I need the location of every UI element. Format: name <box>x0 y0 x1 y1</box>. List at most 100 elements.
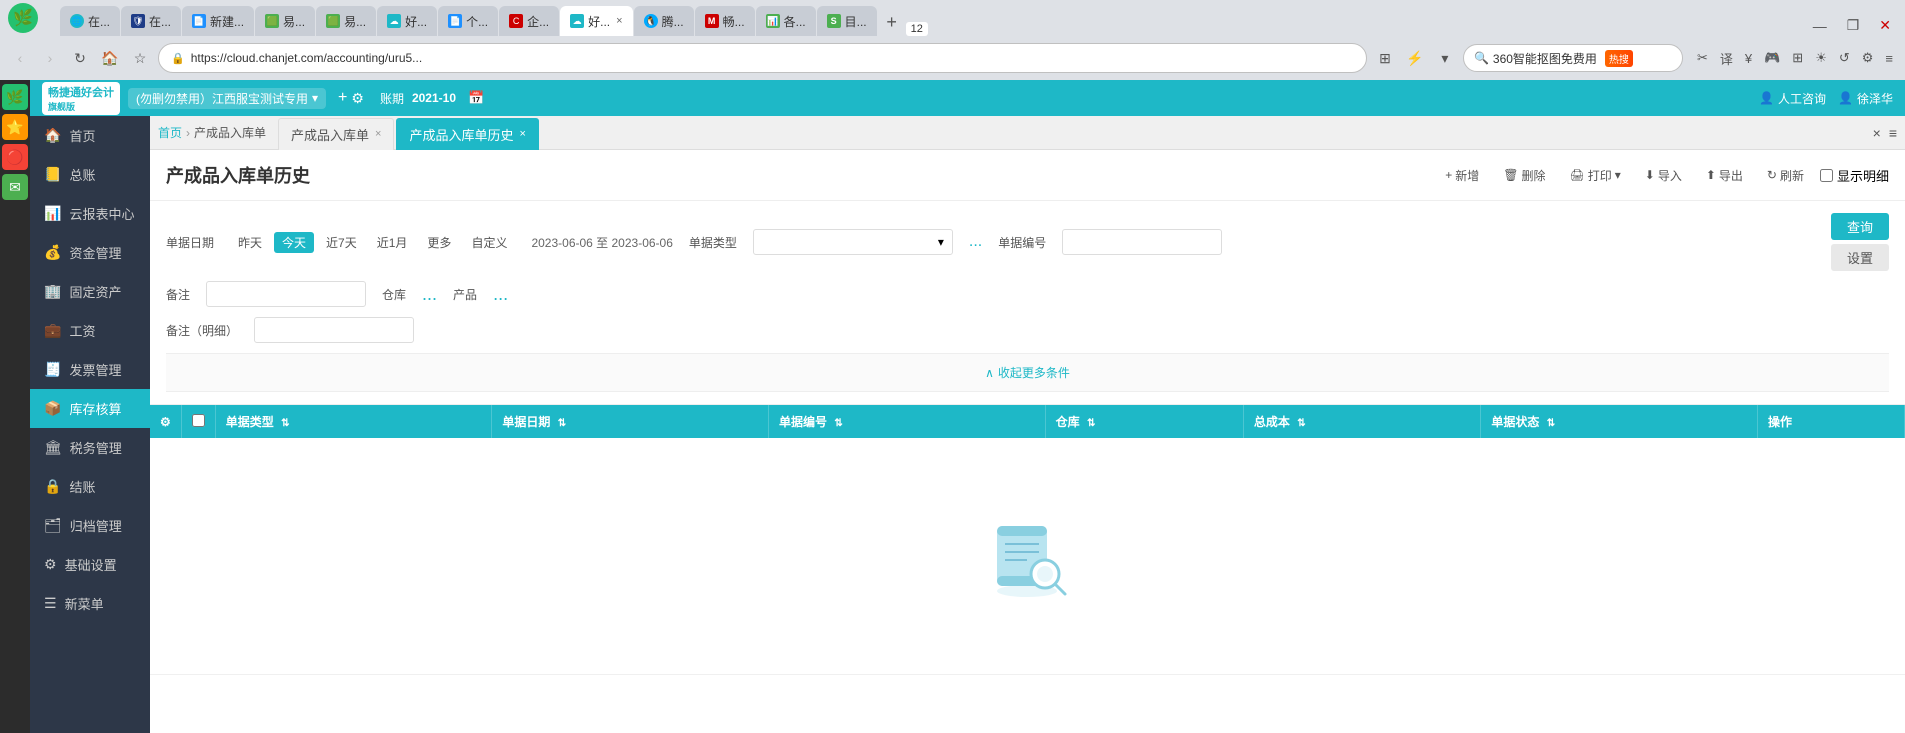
sidebar-item-fixed[interactable]: 🏢 固定资产 <box>30 272 150 311</box>
game-icon[interactable]: 🎮 <box>1760 48 1784 68</box>
import-button[interactable]: ⬇ 导入 <box>1637 163 1690 188</box>
th-total-cost[interactable]: 总成本 ⇅ <box>1243 405 1480 438</box>
date-btn-today[interactable]: 今天 <box>274 232 314 253</box>
tab-9-close[interactable]: × <box>616 15 622 27</box>
tab-9[interactable]: ☁ 好... × <box>560 6 632 36</box>
page-tab-history-close[interactable]: × <box>520 128 526 140</box>
th-date[interactable]: 单据日期 ⇅ <box>492 405 769 438</box>
tab-6[interactable]: ☁ 好... <box>377 6 437 36</box>
tab-4[interactable]: 🟩 易... <box>255 6 315 36</box>
date-btn-custom[interactable]: 自定义 <box>463 232 515 253</box>
tab-1[interactable]: 🌐 在... <box>60 6 120 36</box>
date-btn-yesterday[interactable]: 昨天 <box>230 232 270 253</box>
home-nav-button[interactable]: 🏠 <box>98 46 122 70</box>
th-status[interactable]: 单据状态 ⇅ <box>1481 405 1758 438</box>
tab-5[interactable]: 🟩 易... <box>316 6 376 36</box>
warehouse-filter-dots[interactable]: ... <box>422 284 437 305</box>
menu-icon[interactable]: ≡ <box>1881 49 1897 68</box>
page-tab-list[interactable]: 产成品入库单 × <box>278 118 394 150</box>
th-checkbox[interactable] <box>181 405 215 438</box>
translate-icon[interactable]: 译 <box>1716 47 1737 70</box>
page-tab-list-close[interactable]: × <box>375 128 381 140</box>
sidebar-item-ledger[interactable]: 📒 总账 <box>30 155 150 194</box>
sidebar-item-report[interactable]: 📊 云报表中心 <box>30 194 150 233</box>
show-cols-checkbox[interactable] <box>1820 169 1833 182</box>
breadcrumb-list[interactable]: 产成品入库单 <box>194 124 266 141</box>
th-type[interactable]: 单据类型 ⇅ <box>215 405 492 438</box>
refresh-button[interactable]: ↻ 刷新 <box>1759 163 1812 188</box>
calendar-icon[interactable]: 📅 <box>468 90 484 106</box>
print-button[interactable]: 🖨 打印 ▾ <box>1561 163 1628 188</box>
settings-period-icon[interactable]: ⚙ <box>351 90 364 107</box>
sidebar-item-archive[interactable]: 🗂 归档管理 <box>30 506 150 545</box>
date-btn-7days[interactable]: 近7天 <box>318 232 365 253</box>
sidebar-item-closing[interactable]: 🔒 结账 <box>30 467 150 506</box>
app-icon-star[interactable]: ⭐ <box>2 114 28 140</box>
sidebar-item-basic[interactable]: ⚙ 基础设置 <box>30 545 150 584</box>
sidebar-item-payroll[interactable]: 💼 工资 <box>30 311 150 350</box>
scissors-icon[interactable]: ✂ <box>1693 48 1712 68</box>
tab-13[interactable]: S 目... <box>817 6 877 36</box>
lightning-button[interactable]: ⚡ <box>1403 46 1427 70</box>
company-selector[interactable]: (勿删勿禁用）江西服宝测试专用 ▾ <box>128 88 326 109</box>
filter-settings-button[interactable]: 设置 <box>1831 244 1889 271</box>
sidebar-item-newmenu[interactable]: ☰ 新菜单 <box>30 584 150 623</box>
search-bar[interactable]: 🔍 360智能抠图免费用 热搜 <box>1463 44 1683 72</box>
tab-10[interactable]: 🐧 腾... <box>634 6 694 36</box>
sidebar-item-tax[interactable]: 🏛 税务管理 <box>30 428 150 467</box>
add-button[interactable]: + 新增 <box>1437 163 1487 188</box>
tab-8[interactable]: C 企... <box>499 6 559 36</box>
tab-bar-close[interactable]: × <box>1873 125 1881 141</box>
restore-button[interactable]: ❐ <box>1841 15 1866 36</box>
browser-logo[interactable]: 🌿 <box>8 3 38 33</box>
app-icon-chanjet[interactable]: 🌿 <box>2 84 28 110</box>
tab-2[interactable]: 🛡 在... <box>121 6 181 36</box>
date-btn-1month[interactable]: 近1月 <box>369 232 416 253</box>
tab-bar-more[interactable]: ≡ <box>1889 125 1897 141</box>
grid-icon[interactable]: ⊞ <box>1788 48 1807 68</box>
service-link[interactable]: 👤 人工咨询 <box>1759 90 1826 107</box>
back-button[interactable]: ‹ <box>8 46 32 70</box>
delete-button[interactable]: 🗑 删除 <box>1495 163 1553 188</box>
back2-icon[interactable]: ↺ <box>1835 48 1854 68</box>
refresh-nav-button[interactable]: ↻ <box>68 46 92 70</box>
type-filter-dots[interactable]: ... <box>969 233 982 251</box>
settings-nav-icon[interactable]: ⚙ <box>1858 48 1878 68</box>
app-icon-mail[interactable]: ✉ <box>2 174 28 200</box>
collapse-button[interactable]: ∧ 收起更多条件 <box>985 360 1070 385</box>
sidebar-item-home[interactable]: 🏠 首页 <box>30 116 150 155</box>
bookmark-button[interactable]: ☆ <box>128 46 152 70</box>
th-number[interactable]: 单据编号 ⇅ <box>769 405 1046 438</box>
tab-3[interactable]: 📄 新建... <box>182 6 254 36</box>
sidebar-item-finance[interactable]: 💰 资金管理 <box>30 233 150 272</box>
breadcrumb-home[interactable]: 首页 <box>158 124 182 141</box>
select-all-checkbox[interactable] <box>192 414 205 427</box>
app-icon-red[interactable]: 🔴 <box>2 144 28 170</box>
th-settings[interactable]: ⚙ <box>150 405 181 438</box>
num-filter-input[interactable] <box>1062 229 1222 255</box>
tab-7[interactable]: 📄 个... <box>438 6 498 36</box>
sidebar-item-inventory[interactable]: 📦 库存核算 <box>30 389 150 428</box>
theme-icon[interactable]: ☀ <box>1811 48 1831 68</box>
type-filter-select[interactable]: ▾ <box>753 229 953 255</box>
address-bar[interactable]: 🔒 https://cloud.chanjet.com/accounting/u… <box>158 43 1367 73</box>
new-tab-button[interactable]: + <box>878 8 906 36</box>
product-filter-dots[interactable]: ... <box>493 284 508 305</box>
forward-button[interactable]: › <box>38 46 62 70</box>
minimize-button[interactable]: — <box>1807 16 1833 36</box>
yuan-icon[interactable]: ¥ <box>1741 49 1756 68</box>
sidebar-item-invoice[interactable]: 🧾 发票管理 <box>30 350 150 389</box>
tab-12[interactable]: 📊 各... <box>756 6 816 36</box>
remark-detail-filter-input[interactable] <box>254 317 414 343</box>
query-button[interactable]: 查询 <box>1831 213 1889 240</box>
export-button[interactable]: ⬆ 导出 <box>1698 163 1751 188</box>
tab-11[interactable]: M 畅... <box>695 6 755 36</box>
close-button[interactable]: ✕ <box>1873 15 1897 36</box>
user-link[interactable]: 👤 徐泽华 <box>1838 90 1893 107</box>
extensions-button[interactable]: ⊞ <box>1373 46 1397 70</box>
add-period-icon[interactable]: + <box>338 89 347 107</box>
remark-filter-input[interactable] <box>206 281 366 307</box>
page-tab-history[interactable]: 产成品入库单历史 × <box>396 118 538 150</box>
dropdown-button[interactable]: ▾ <box>1433 46 1457 70</box>
th-warehouse[interactable]: 仓库 ⇅ <box>1045 405 1243 438</box>
